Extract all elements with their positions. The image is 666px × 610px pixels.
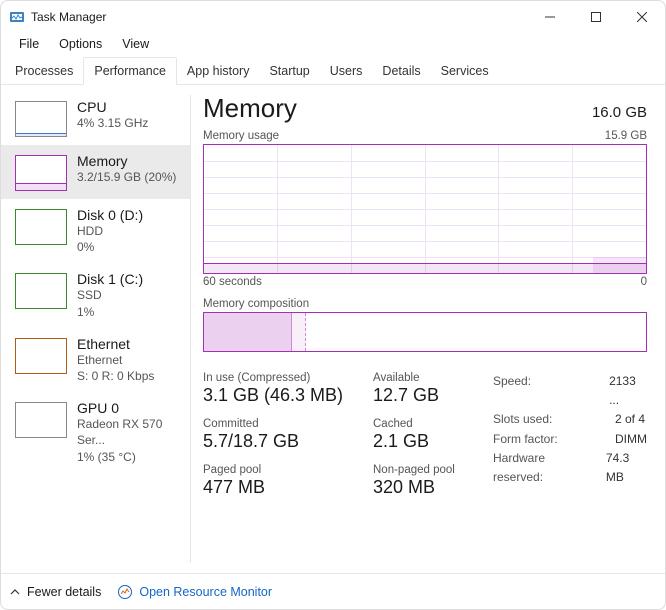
body: CPU 4% 3.15 GHz Memory 3.2/15.9 GB (20%)… bbox=[1, 85, 665, 573]
memory-total: 16.0 GB bbox=[592, 104, 647, 121]
memory-usage-chart[interactable] bbox=[203, 144, 647, 274]
sidebar: CPU 4% 3.15 GHz Memory 3.2/15.9 GB (20%)… bbox=[1, 85, 190, 573]
open-resource-monitor-link[interactable]: Open Resource Monitor bbox=[139, 585, 272, 599]
stat-in-use-label: In use (Compressed) bbox=[203, 372, 373, 384]
usage-chart-max: 15.9 GB bbox=[605, 130, 647, 142]
tab-users[interactable]: Users bbox=[320, 58, 373, 84]
hw-speed-label: Speed: bbox=[493, 372, 599, 410]
gpu-thumb-icon bbox=[15, 402, 67, 438]
sidebar-item-cpu[interactable]: CPU 4% 3.15 GHz bbox=[1, 91, 190, 145]
sidebar-item-label: Disk 0 (D:) bbox=[77, 207, 143, 223]
footer: Fewer details Open Resource Monitor bbox=[1, 573, 665, 609]
sidebar-item-ethernet[interactable]: Ethernet Ethernet S: 0 R: 0 Kbps bbox=[1, 328, 190, 392]
memory-composition-chart[interactable] bbox=[203, 312, 647, 352]
composition-label: Memory composition bbox=[203, 298, 647, 310]
stat-available-label: Available bbox=[373, 372, 473, 384]
hw-form-label: Form factor: bbox=[493, 430, 605, 449]
tab-bar: Processes Performance App history Startu… bbox=[1, 55, 665, 85]
sidebar-item-sub2: 0% bbox=[77, 239, 143, 255]
hw-slots-value: 2 of 4 bbox=[615, 410, 645, 429]
titlebar[interactable]: Task Manager bbox=[1, 1, 665, 33]
cpu-thumb-icon bbox=[15, 101, 67, 137]
tab-startup[interactable]: Startup bbox=[259, 58, 319, 84]
close-button[interactable] bbox=[619, 1, 665, 33]
sidebar-item-disk0[interactable]: Disk 0 (D:) HDD 0% bbox=[1, 199, 190, 263]
task-manager-icon bbox=[9, 9, 25, 25]
sidebar-item-label: GPU 0 bbox=[77, 400, 180, 416]
stat-in-use-value: 3.1 GB (46.3 MB) bbox=[203, 385, 373, 406]
task-manager-window: Task Manager File Options View Processes… bbox=[0, 0, 666, 610]
sidebar-item-label: CPU bbox=[77, 99, 148, 115]
sidebar-item-sub: 3.2/15.9 GB (20%) bbox=[77, 169, 176, 185]
disk-thumb-icon bbox=[15, 209, 67, 245]
hw-reserved-value: 74.3 MB bbox=[606, 449, 647, 487]
menu-options[interactable]: Options bbox=[49, 35, 112, 53]
stat-paged-value: 477 MB bbox=[203, 477, 373, 498]
tab-performance[interactable]: Performance bbox=[83, 57, 177, 85]
hw-reserved-label: Hardware reserved: bbox=[493, 449, 596, 487]
menu-view[interactable]: View bbox=[112, 35, 159, 53]
memory-thumb-icon bbox=[15, 155, 67, 191]
menubar: File Options View bbox=[1, 33, 665, 55]
stat-cached-value: 2.1 GB bbox=[373, 431, 473, 452]
stat-committed-label: Committed bbox=[203, 418, 373, 430]
tab-services[interactable]: Services bbox=[431, 58, 499, 84]
ethernet-thumb-icon bbox=[15, 338, 67, 374]
chevron-up-icon[interactable] bbox=[9, 586, 21, 598]
fewer-details-button[interactable]: Fewer details bbox=[27, 585, 101, 599]
sidebar-item-memory[interactable]: Memory 3.2/15.9 GB (20%) bbox=[1, 145, 190, 199]
stat-nonpaged-label: Non-paged pool bbox=[373, 464, 473, 476]
window-title: Task Manager bbox=[31, 10, 527, 24]
minimize-button[interactable] bbox=[527, 1, 573, 33]
maximize-button[interactable] bbox=[573, 1, 619, 33]
sidebar-item-label: Memory bbox=[77, 153, 176, 169]
sidebar-item-sub: HDD bbox=[77, 223, 143, 239]
sidebar-item-sub: Ethernet bbox=[77, 352, 154, 368]
tab-details[interactable]: Details bbox=[372, 58, 430, 84]
hw-speed-value: 2133 ... bbox=[609, 372, 647, 410]
composition-in-use bbox=[204, 313, 292, 351]
composition-modified bbox=[292, 313, 305, 351]
usage-chart-label: Memory usage bbox=[203, 130, 279, 142]
sidebar-item-gpu[interactable]: GPU 0 Radeon RX 570 Ser... 1% (35 °C) bbox=[1, 392, 190, 473]
stat-nonpaged-value: 320 MB bbox=[373, 477, 473, 498]
tab-processes[interactable]: Processes bbox=[5, 58, 83, 84]
tab-app-history[interactable]: App history bbox=[177, 58, 260, 84]
sidebar-item-sub: 4% 3.15 GHz bbox=[77, 115, 148, 131]
main-panel: Memory 16.0 GB Memory usage 15.9 GB 60 s… bbox=[195, 85, 665, 573]
page-title: Memory bbox=[203, 93, 297, 124]
stat-cached-label: Cached bbox=[373, 418, 473, 430]
stat-committed-value: 5.7/18.7 GB bbox=[203, 431, 373, 452]
usage-x-right: 0 bbox=[641, 276, 647, 288]
hw-form-value: DIMM bbox=[615, 430, 647, 449]
sidebar-item-sub2: S: 0 R: 0 Kbps bbox=[77, 368, 154, 384]
sidebar-item-sub: Radeon RX 570 Ser... bbox=[77, 416, 180, 448]
sidebar-item-sub2: 1% bbox=[77, 304, 143, 320]
stat-available-value: 12.7 GB bbox=[373, 385, 473, 406]
sidebar-item-label: Disk 1 (C:) bbox=[77, 271, 143, 287]
stat-paged-label: Paged pool bbox=[203, 464, 373, 476]
usage-x-left: 60 seconds bbox=[203, 276, 262, 288]
memory-stats: In use (Compressed) 3.1 GB (46.3 MB) Ava… bbox=[203, 372, 647, 498]
resource-monitor-icon bbox=[117, 584, 133, 600]
disk-thumb-icon bbox=[15, 273, 67, 309]
sidebar-item-sub2: 1% (35 °C) bbox=[77, 449, 180, 465]
sidebar-item-sub: SSD bbox=[77, 287, 143, 303]
menu-file[interactable]: File bbox=[9, 35, 49, 53]
divider bbox=[190, 95, 191, 563]
hw-slots-label: Slots used: bbox=[493, 410, 605, 429]
sidebar-item-disk1[interactable]: Disk 1 (C:) SSD 1% bbox=[1, 263, 190, 327]
sidebar-item-label: Ethernet bbox=[77, 336, 154, 352]
